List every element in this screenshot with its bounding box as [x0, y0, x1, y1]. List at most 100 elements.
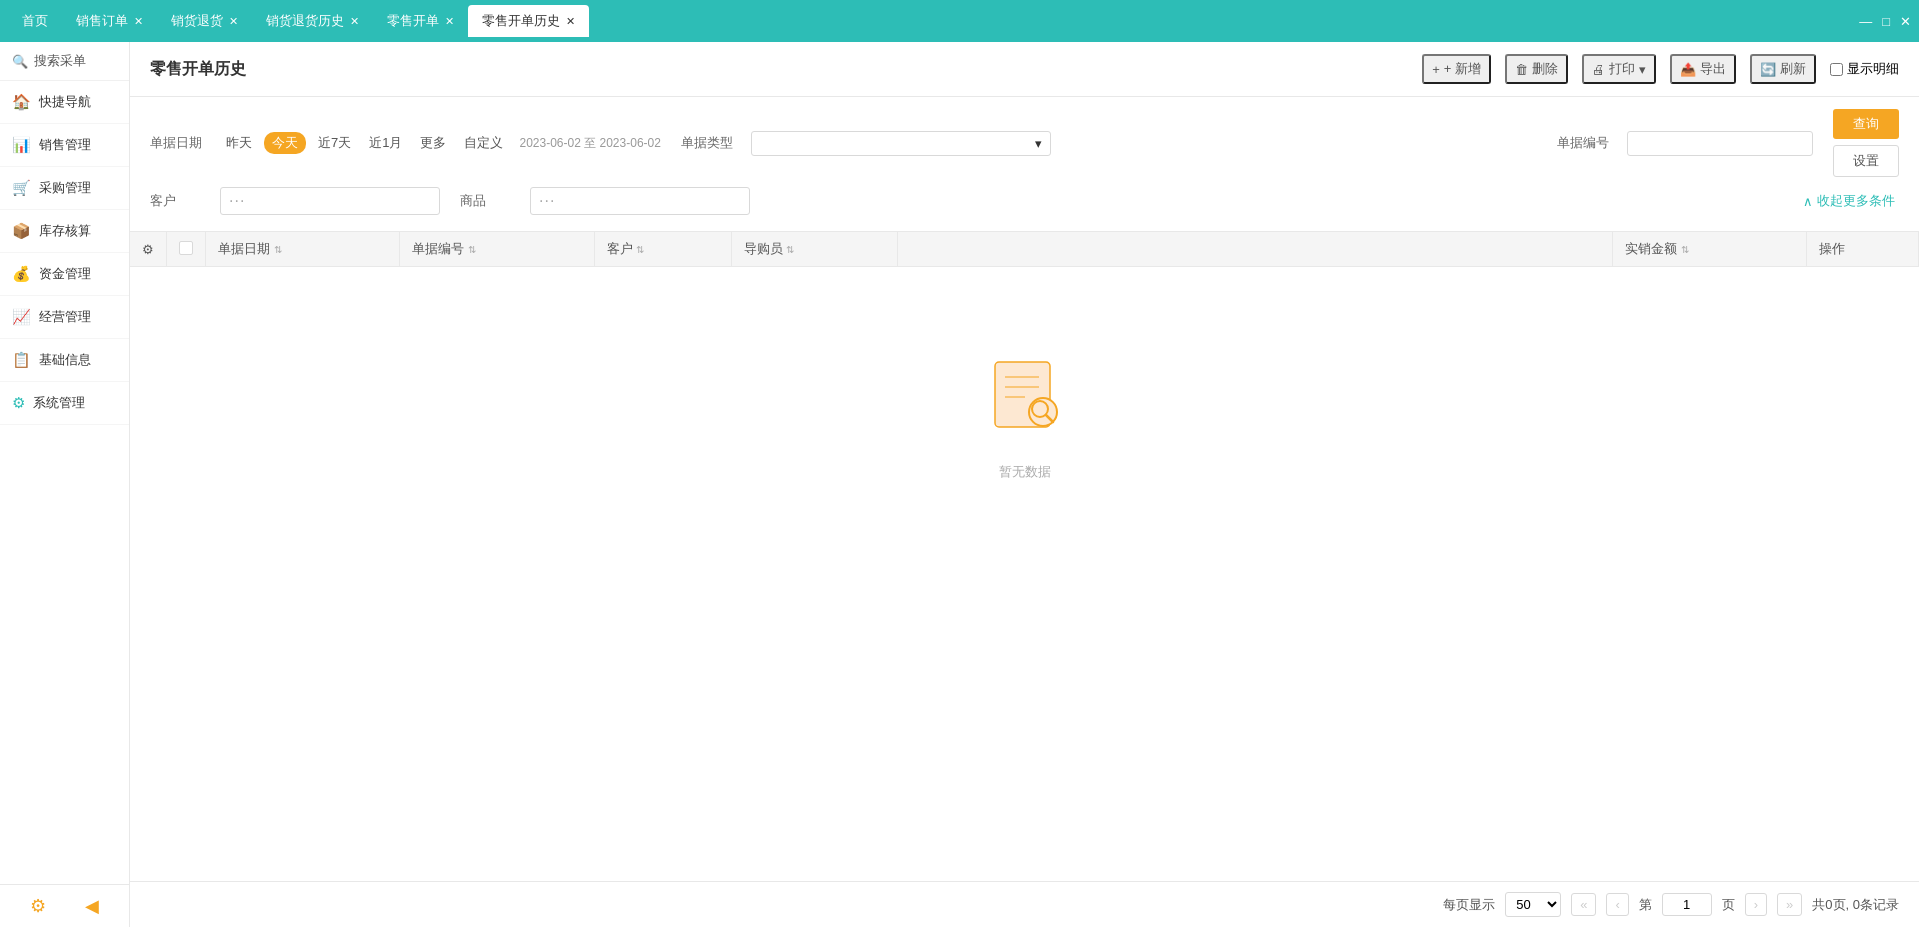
date-filter-label: 单据日期 [150, 134, 210, 152]
page-prev-btn[interactable]: ‹ [1606, 893, 1628, 916]
col-checkbox-header[interactable] [167, 232, 206, 267]
filter-area: 单据日期 昨天 今天 近7天 近1月 更多 自定义 2023-06-02 至 2… [130, 97, 1919, 232]
main-layout: 🔍 搜索采单 🏠 快捷导航 📊 销售管理 🛒 采购管理 📦 库存核算 💰 资金管… [0, 42, 1919, 927]
tab-retail-open-history-close[interactable]: ✕ [566, 15, 575, 28]
delete-label: 删除 [1532, 60, 1558, 78]
empty-state: 暂无数据 [130, 267, 1919, 561]
total-info: 共0页, 0条记录 [1812, 896, 1899, 914]
tab-sales-return-label: 销货退货 [171, 12, 223, 30]
product-dots: ··· [539, 192, 555, 210]
table-settings-icon[interactable]: ⚙ [142, 242, 154, 257]
customer-input[interactable]: ··· [220, 187, 440, 215]
tab-sales-order-close[interactable]: ✕ [134, 15, 143, 28]
page-size-label: 每页显示 [1443, 896, 1495, 914]
col-date-header[interactable]: 单据日期 ⇅ [206, 232, 400, 267]
tab-retail-open[interactable]: 零售开单 ✕ [373, 5, 468, 37]
doc-type-filter-group: 单据类型 ▾ [681, 131, 1537, 156]
print-icon: 🖨 [1592, 62, 1605, 77]
inventory-icon: 📦 [12, 222, 31, 240]
content-area: 零售开单历史 + + 新增 🗑 删除 🖨 打印 ▾ 📤 导出 [130, 42, 1919, 927]
export-label: 导出 [1700, 60, 1726, 78]
page-last-btn[interactable]: » [1777, 893, 1802, 916]
date-opt-1month[interactable]: 近1月 [363, 132, 408, 154]
tab-sales-return-history-close[interactable]: ✕ [350, 15, 359, 28]
tab-sales-order[interactable]: 销售订单 ✕ [62, 5, 157, 37]
sidebar-item-quick-nav[interactable]: 🏠 快捷导航 [0, 81, 129, 124]
doc-no-label: 单据编号 [1557, 134, 1617, 152]
query-button[interactable]: 查询 [1833, 109, 1899, 139]
page-title: 零售开单历史 [150, 59, 246, 80]
sidebar-item-finance-mgmt[interactable]: 💰 资金管理 [0, 253, 129, 296]
print-button[interactable]: 🖨 打印 ▾ [1582, 54, 1656, 84]
collapse-bar[interactable]: ∧ 收起更多条件 [1799, 188, 1899, 214]
display-detail-checkbox-label[interactable]: 显示明细 [1830, 60, 1899, 78]
page-header: 零售开单历史 + + 新增 🗑 删除 🖨 打印 ▾ 📤 导出 [130, 42, 1919, 97]
product-input[interactable]: ··· [530, 187, 750, 215]
page-first-btn[interactable]: « [1571, 893, 1596, 916]
doc-no-filter-group: 单据编号 [1557, 131, 1813, 156]
col-settings-header[interactable]: ⚙ [130, 232, 167, 267]
minimize-btn[interactable]: — [1859, 14, 1872, 29]
pagination-bar: 每页显示 10 20 50 100 « ‹ 第 页 › » 共0页, 0条记录 [130, 881, 1919, 927]
sidebar-item-operations-mgmt[interactable]: 📈 经营管理 [0, 296, 129, 339]
col-amount-label: 实销金额 [1625, 241, 1677, 256]
refresh-button[interactable]: 🔄 刷新 [1750, 54, 1816, 84]
col-salesperson-header[interactable]: 导购员 ⇅ [731, 232, 897, 267]
empty-icon [975, 347, 1075, 447]
display-detail-checkbox[interactable] [1830, 63, 1843, 76]
doc-type-select[interactable]: ▾ [751, 131, 1051, 156]
col-amount-sort-icon: ⇅ [1681, 244, 1689, 255]
sidebar-search[interactable]: 🔍 搜索采单 [0, 42, 129, 81]
sidebar-item-quick-nav-label: 快捷导航 [39, 93, 91, 111]
sidebar-footer: ⚙ ◀ [0, 884, 129, 927]
date-opt-custom[interactable]: 自定义 [458, 132, 509, 154]
filter-settings-button[interactable]: 设置 [1833, 145, 1899, 177]
quick-nav-icon: 🏠 [12, 93, 31, 111]
date-opt-yesterday[interactable]: 昨天 [220, 132, 258, 154]
col-date-label: 单据日期 [218, 241, 270, 256]
date-opt-today[interactable]: 今天 [264, 132, 306, 154]
date-opt-more[interactable]: 更多 [414, 132, 452, 154]
delete-button[interactable]: 🗑 删除 [1505, 54, 1568, 84]
sidebar: 🔍 搜索采单 🏠 快捷导航 📊 销售管理 🛒 采购管理 📦 库存核算 💰 资金管… [0, 42, 130, 927]
page-next-btn[interactable]: › [1745, 893, 1767, 916]
product-filter-group: 商品 ··· [460, 187, 750, 215]
col-salesperson-label: 导购员 [744, 241, 783, 256]
tab-retail-open-history[interactable]: 零售开单历史 ✕ [468, 5, 589, 37]
sidebar-item-system-mgmt[interactable]: ⚙ 系统管理 [0, 382, 129, 425]
doc-type-label: 单据类型 [681, 134, 741, 152]
sidebar-item-finance-mgmt-label: 资金管理 [39, 265, 91, 283]
page-label: 第 [1639, 896, 1652, 914]
col-no-header[interactable]: 单据编号 ⇅ [400, 232, 594, 267]
sidebar-item-inventory[interactable]: 📦 库存核算 [0, 210, 129, 253]
maximize-btn[interactable]: □ [1882, 14, 1890, 29]
table-header-row: ⚙ 单据日期 ⇅ 单据编号 ⇅ [130, 232, 1919, 267]
sidebar-item-sales-mgmt[interactable]: 📊 销售管理 [0, 124, 129, 167]
select-all-checkbox[interactable] [179, 241, 193, 255]
doc-type-dropdown-icon: ▾ [1035, 136, 1042, 151]
date-opt-7days[interactable]: 近7天 [312, 132, 357, 154]
col-customer-header[interactable]: 客户 ⇅ [594, 232, 731, 267]
export-icon: 📤 [1680, 62, 1696, 77]
export-button[interactable]: 📤 导出 [1670, 54, 1736, 84]
tab-sales-return-history[interactable]: 销货退货历史 ✕ [252, 5, 373, 37]
tab-retail-open-label: 零售开单 [387, 12, 439, 30]
col-amount-header[interactable]: 实销金额 ⇅ [1612, 232, 1806, 267]
doc-no-input[interactable] [1627, 131, 1813, 156]
tab-retail-open-close[interactable]: ✕ [445, 15, 454, 28]
filter-row-1: 单据日期 昨天 今天 近7天 近1月 更多 自定义 2023-06-02 至 2… [150, 109, 1899, 177]
page-size-select[interactable]: 10 20 50 100 [1505, 892, 1561, 917]
sidebar-item-basic-info[interactable]: 📋 基础信息 [0, 339, 129, 382]
collapse-label: 收起更多条件 [1817, 192, 1895, 210]
sidebar-collapse-btn[interactable]: ◀ [85, 895, 99, 917]
tab-sales-return-close[interactable]: ✕ [229, 15, 238, 28]
tab-home[interactable]: 首页 [8, 5, 62, 37]
close-btn[interactable]: ✕ [1900, 14, 1911, 29]
add-button[interactable]: + + 新增 [1422, 54, 1491, 84]
sidebar-settings-btn[interactable]: ⚙ [30, 895, 46, 917]
col-no-sort-icon: ⇅ [468, 244, 476, 255]
customer-dots: ··· [229, 192, 245, 210]
sidebar-item-purchase-mgmt[interactable]: 🛒 采购管理 [0, 167, 129, 210]
page-input[interactable] [1662, 893, 1712, 916]
tab-sales-return[interactable]: 销货退货 ✕ [157, 5, 252, 37]
